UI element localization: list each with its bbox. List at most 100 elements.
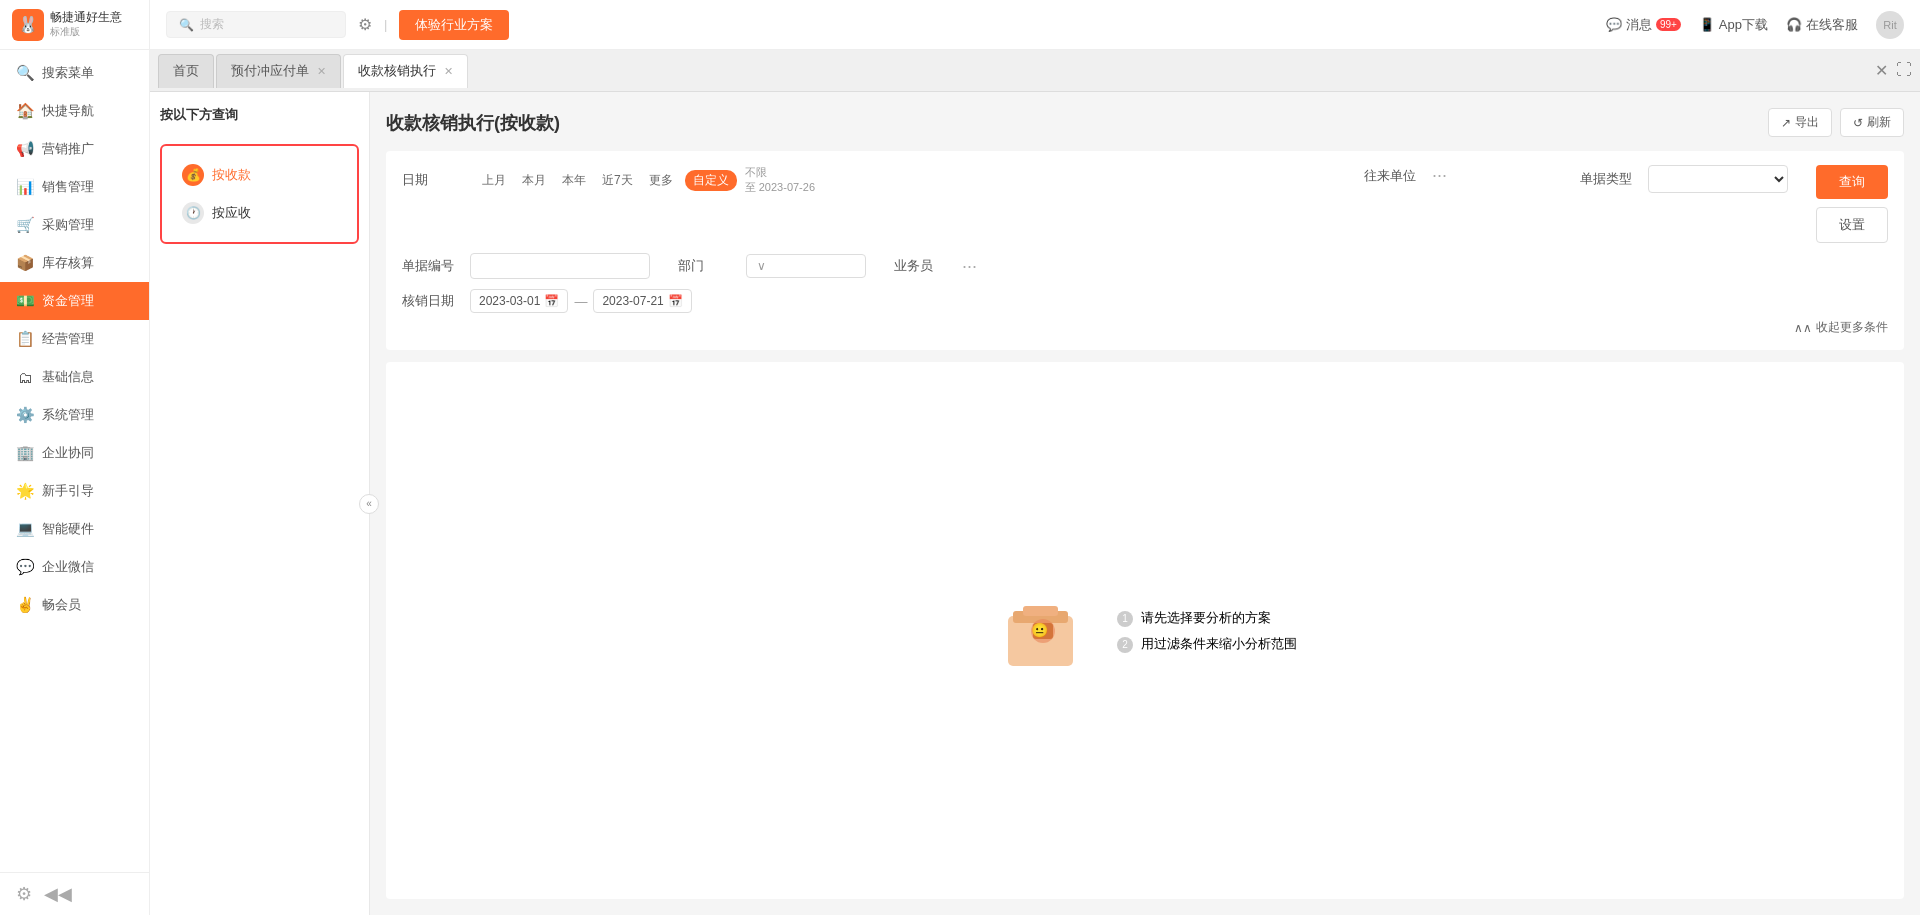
sidebar-item-inventory[interactable]: 📦 库存核算 bbox=[0, 244, 149, 282]
date-btn-custom[interactable]: 自定义 bbox=[685, 170, 737, 191]
online-service-label: 在线客服 bbox=[1806, 16, 1858, 34]
close-all-icon[interactable]: ✕ bbox=[1875, 61, 1888, 80]
member-icon: ✌ bbox=[16, 596, 34, 614]
tab-home[interactable]: 首页 bbox=[158, 54, 214, 88]
date-btn-more[interactable]: 更多 bbox=[645, 170, 677, 191]
sidebar-item-wechat[interactable]: 💬 企业微信 bbox=[0, 548, 149, 586]
message-icon: 💬 bbox=[1606, 17, 1622, 32]
collapse-button[interactable]: ∧∧ 收起更多条件 bbox=[1794, 319, 1888, 336]
query-button[interactable]: 查询 bbox=[1816, 165, 1888, 199]
industry-solution-button[interactable]: 体验行业方案 bbox=[399, 10, 509, 40]
topbar: 🔍 搜索 ⚙ | 体验行业方案 💬 消息 99+ 📱 App下载 🎧 在线客服 … bbox=[150, 0, 1920, 50]
gear-icon[interactable]: ⚙ bbox=[358, 15, 372, 34]
date-btn-this-month[interactable]: 本月 bbox=[518, 170, 550, 191]
sidebar-item-label: 企业微信 bbox=[42, 558, 94, 576]
date-separator: — bbox=[574, 294, 587, 309]
empty-state: 😐 1 请先选择要分析的方案 2 用过滤条件来缩小分析范围 bbox=[386, 362, 1904, 899]
message-badge: 99+ bbox=[1656, 18, 1681, 31]
export-button[interactable]: ↗ 导出 bbox=[1768, 108, 1832, 137]
tab-prepay[interactable]: 预付冲应付单 ✕ bbox=[216, 54, 341, 88]
purchase-icon: 🛒 bbox=[16, 216, 34, 234]
logo-icon: 🐰 bbox=[12, 9, 44, 41]
tab-prepay-close[interactable]: ✕ bbox=[317, 65, 326, 78]
expand-icon[interactable]: ⛶ bbox=[1896, 61, 1912, 80]
tab-prepay-label: 预付冲应付单 bbox=[231, 62, 309, 80]
search-box[interactable]: 🔍 搜索 bbox=[166, 11, 346, 38]
writeoff-date-end[interactable]: 2023-07-21 📅 bbox=[593, 289, 691, 313]
hint1-text: 请先选择要分析的方案 bbox=[1141, 609, 1271, 627]
export-label: 导出 bbox=[1795, 114, 1819, 131]
search-icon: 🔍 bbox=[16, 64, 34, 82]
sidebar-item-label: 库存核算 bbox=[42, 254, 94, 272]
writeoff-date-start[interactable]: 2023-03-01 📅 bbox=[470, 289, 568, 313]
sidebar-item-purchase[interactable]: 🛒 采购管理 bbox=[0, 206, 149, 244]
sidebar-item-label: 销售管理 bbox=[42, 178, 94, 196]
collapse-sidebar-icon[interactable]: ◀◀ bbox=[44, 883, 72, 905]
search-icon: 🔍 bbox=[179, 18, 194, 32]
doc-type-select[interactable] bbox=[1648, 165, 1788, 193]
sidebar-item-label: 畅会员 bbox=[42, 596, 81, 614]
empty-step-2: 2 用过滤条件来缩小分析范围 bbox=[1117, 635, 1297, 653]
sidebar-item-guide[interactable]: 🌟 新手引导 bbox=[0, 472, 149, 510]
sidebar-item-hardware[interactable]: 💻 智能硬件 bbox=[0, 510, 149, 548]
doc-no-input[interactable] bbox=[470, 253, 650, 279]
query-by-receivable-label: 按应收 bbox=[212, 204, 251, 222]
marketing-icon: 📢 bbox=[16, 140, 34, 158]
sales-more[interactable]: ··· bbox=[962, 256, 977, 277]
date-btn-this-year[interactable]: 本年 bbox=[558, 170, 590, 191]
sidebar-item-quick[interactable]: 🏠 快捷导航 bbox=[0, 92, 149, 130]
sidebar-item-system[interactable]: ⚙️ 系统管理 bbox=[0, 396, 149, 434]
empty-svg: 😐 bbox=[993, 581, 1093, 681]
finance-icon: 💵 bbox=[16, 292, 34, 310]
sidebar-item-member[interactable]: ✌ 畅会员 bbox=[0, 586, 149, 624]
collapse-label: 收起更多条件 bbox=[1816, 319, 1888, 336]
query-by-receipt[interactable]: 💰 按收款 bbox=[172, 156, 347, 194]
tab-writeoff-label: 收款核销执行 bbox=[358, 62, 436, 80]
no-limit-to: 至 2023-07-26 bbox=[745, 180, 815, 195]
partner-label: 往来单位 bbox=[1364, 167, 1424, 185]
settings-button[interactable]: 设置 bbox=[1816, 207, 1888, 243]
app-download-button[interactable]: 📱 App下载 bbox=[1699, 16, 1768, 34]
tab-writeoff[interactable]: 收款核销执行 ✕ bbox=[343, 54, 468, 88]
content-area: 按以下方查询 « 💰 按收款 🕐 按应收 收款核销执行(按收款) bbox=[150, 92, 1920, 915]
topbar-divider: | bbox=[384, 17, 387, 32]
tabbar: 首页 预付冲应付单 ✕ 收款核销执行 ✕ ✕ ⛶ bbox=[150, 50, 1920, 92]
sidebar-item-ops[interactable]: 📋 经营管理 bbox=[0, 320, 149, 358]
refresh-button[interactable]: ↺ 刷新 bbox=[1840, 108, 1904, 137]
writeoff-date-start-value: 2023-03-01 bbox=[479, 294, 540, 308]
panel-toggle[interactable]: « bbox=[359, 494, 379, 514]
wechat-icon: 💬 bbox=[16, 558, 34, 576]
partner-more[interactable]: ··· bbox=[1432, 165, 1447, 186]
no-limit-label: 不限 bbox=[745, 165, 815, 180]
sidebar-item-label: 搜索菜单 bbox=[42, 64, 94, 82]
date-shortcuts: 上月 本月 本年 近7天 更多 自定义 不限 至 2023-07-26 bbox=[478, 165, 815, 196]
export-icon: ↗ bbox=[1781, 116, 1791, 130]
sidebar-item-search[interactable]: 🔍 搜索菜单 bbox=[0, 54, 149, 92]
date-btn-7days[interactable]: 近7天 bbox=[598, 170, 637, 191]
right-content: 收款核销执行(按收款) ↗ 导出 ↺ 刷新 bbox=[370, 92, 1920, 915]
svg-rect-2 bbox=[1023, 606, 1058, 616]
sidebar-item-enterprise[interactable]: 🏢 企业协同 bbox=[0, 434, 149, 472]
online-service-button[interactable]: 🎧 在线客服 bbox=[1786, 16, 1858, 34]
dept-select[interactable]: ∨ bbox=[746, 254, 866, 278]
ops-icon: 📋 bbox=[16, 330, 34, 348]
sales-icon: 📊 bbox=[16, 178, 34, 196]
tab-writeoff-close[interactable]: ✕ bbox=[444, 65, 453, 78]
logo-name: 畅捷通好生意 bbox=[50, 10, 122, 26]
sidebar-item-marketing[interactable]: 📢 营销推广 bbox=[0, 130, 149, 168]
settings-icon[interactable]: ⚙ bbox=[16, 883, 32, 905]
empty-step-1: 1 请先选择要分析的方案 bbox=[1117, 609, 1297, 627]
message-button[interactable]: 💬 消息 99+ bbox=[1606, 16, 1681, 34]
sidebar-item-label: 资金管理 bbox=[42, 292, 94, 310]
query-by-receivable[interactable]: 🕐 按应收 bbox=[172, 194, 347, 232]
collapse-bar: ∧∧ 收起更多条件 bbox=[402, 319, 1888, 336]
sidebar-item-basic[interactable]: 🗂 基础信息 bbox=[0, 358, 149, 396]
sidebar-item-label: 新手引导 bbox=[42, 482, 94, 500]
svg-text:😐: 😐 bbox=[1031, 622, 1049, 639]
date-label: 日期 bbox=[402, 171, 462, 189]
topbar-right: 💬 消息 99+ 📱 App下载 🎧 在线客服 Rit bbox=[1606, 11, 1904, 39]
user-profile[interactable]: Rit bbox=[1876, 11, 1904, 39]
sidebar-item-sales[interactable]: 📊 销售管理 bbox=[0, 168, 149, 206]
sidebar-item-finance[interactable]: 💵 资金管理 bbox=[0, 282, 149, 320]
date-btn-last-month[interactable]: 上月 bbox=[478, 170, 510, 191]
